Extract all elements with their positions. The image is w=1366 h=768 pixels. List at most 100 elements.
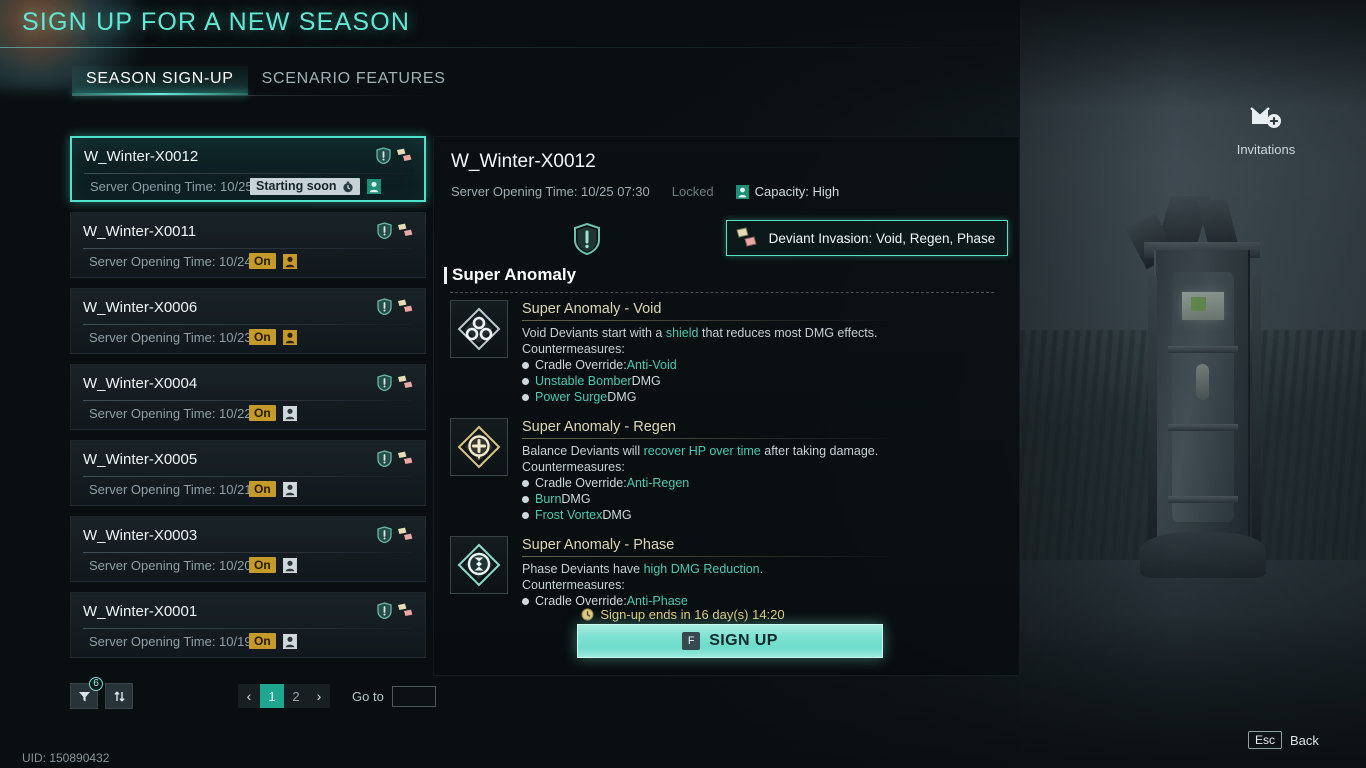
anomaly-entry: Super Anomaly - Regen Balance Deviants wi…	[450, 418, 1010, 523]
section-title: Super Anomaly	[452, 265, 577, 284]
desc-pre: Void Deviants start with a	[522, 326, 666, 340]
next-page-button[interactable]: ›	[308, 684, 330, 708]
goto-label: Go to	[352, 688, 384, 704]
page-title: SIGN UP FOR A NEW SEASON	[22, 8, 411, 36]
page-button-1[interactable]: 1	[260, 684, 284, 708]
desc-highlight: high DMG Reduction	[643, 562, 760, 576]
tab-season-signup[interactable]: SEASON SIGN-UP	[72, 66, 248, 95]
detail-opening-time: Server Opening Time: 10/25 07:30	[451, 184, 650, 199]
server-list-item[interactable]: W_Winter-X0001 Server Opening Time: 10/19…	[70, 592, 426, 658]
status-badge: Starting soon	[250, 178, 360, 195]
countdown-label: Sign-up ends in 16 day(s) 14:20	[600, 607, 785, 622]
server-row-divider	[83, 248, 413, 249]
server-opening-time: Server Opening Time: 10/23 07:30	[89, 330, 267, 345]
signup-countdown: Sign-up ends in 16 day(s) 14:20	[0, 607, 1366, 622]
detail-locked-status: Locked	[671, 184, 714, 199]
countermeasure-item: Frost Vortex DMG	[522, 507, 1010, 523]
capacity-badge	[282, 329, 298, 345]
anomaly-description: Phase Deviants have high DMG Reduction.	[522, 562, 1010, 577]
clock-icon	[581, 608, 594, 621]
bullet-icon	[522, 393, 529, 401]
page-button-2[interactable]: 2	[284, 684, 308, 708]
signup-button[interactable]: F SIGN UP	[577, 624, 883, 658]
regen-anomaly-icon	[450, 418, 508, 476]
desc-post: .	[759, 562, 764, 576]
cm-highlight: Burn	[535, 492, 562, 506]
prev-page-button[interactable]: ‹	[238, 684, 260, 708]
filter-button[interactable]: 6	[70, 677, 103, 709]
server-invasion-icon	[398, 527, 413, 540]
server-list-item[interactable]: W_Winter-X0004 Server Opening Time: 10/22…	[70, 364, 426, 430]
status-badge: On	[249, 405, 276, 421]
server-name: W_Winter-X0006	[83, 299, 198, 316]
countermeasures-label: Countermeasures:	[522, 342, 625, 356]
tab-divider	[72, 95, 432, 96]
cm-highlight: Unstable Bomber	[535, 374, 632, 388]
server-row-icons	[377, 222, 415, 239]
anomaly-name: Super Anomaly - Regen	[522, 419, 676, 435]
server-list-item[interactable]: W_Winter-X0012 Server Opening Time: 10/25…	[70, 136, 426, 202]
cm-highlight: Frost Vortex	[535, 508, 603, 522]
server-capacity-icon	[282, 481, 297, 497]
server-row-icons	[377, 526, 415, 543]
server-opening-time: Server Opening Time: 10/21 07:30	[89, 482, 267, 497]
server-name: W_Winter-X0003	[83, 527, 198, 544]
capacity-badge	[282, 557, 298, 573]
server-row-divider	[83, 628, 413, 629]
cm-post: DMG	[607, 390, 637, 404]
game-screen: SIGN UP FOR A NEW SEASON SEASON SIGN-UP …	[0, 0, 1366, 768]
server-invasion-icon	[397, 148, 412, 161]
status-badge: On	[249, 481, 276, 497]
server-status-badges: On	[249, 329, 298, 345]
title-divider	[0, 47, 1366, 48]
detail-capacity: Capacity: High	[735, 184, 839, 199]
server-status-badges: Starting soon	[250, 178, 382, 195]
cm-highlight: Anti-Regen	[626, 476, 690, 490]
server-shield-icon	[377, 526, 392, 543]
stopwatch-icon	[342, 181, 353, 192]
server-opening-time: Server Opening Time: 10/25 07:30	[90, 179, 268, 194]
desc-highlight: recover HP over time	[643, 444, 761, 458]
server-list-item[interactable]: W_Winter-X0005 Server Opening Time: 10/21…	[70, 440, 426, 506]
countermeasure-item: Cradle Override: Anti-Regen	[522, 475, 1010, 491]
server-capacity-icon	[282, 405, 297, 421]
server-capacity-icon	[366, 179, 381, 194]
server-status-badges: On	[249, 633, 298, 649]
invitations-button[interactable]: Invitations	[1222, 96, 1310, 157]
capacity-icon	[735, 184, 749, 199]
filter-icon	[78, 691, 90, 701]
countermeasure-list: Cradle Override: Anti-Void Unstable Bombe…	[522, 357, 1010, 405]
server-row-divider	[84, 173, 412, 174]
server-list-item[interactable]: W_Winter-X0011 Server Opening Time: 10/24…	[70, 212, 426, 278]
server-capacity-icon	[282, 557, 297, 573]
capacity-badge	[282, 405, 298, 421]
server-list-item[interactable]: W_Winter-X0003 Server Opening Time: 10/20…	[70, 516, 426, 582]
bullet-icon	[522, 361, 529, 369]
filter-badge: 6	[89, 677, 103, 691]
sort-button[interactable]	[105, 683, 133, 709]
server-invasion-icon	[398, 451, 413, 464]
capacity-badge	[282, 253, 298, 269]
server-status-badges: On	[249, 557, 298, 573]
anomaly-body: Super Anomaly - Regen Balance Deviants wi…	[522, 418, 1010, 523]
bullet-icon	[522, 511, 529, 519]
mail-add-icon	[1222, 96, 1310, 140]
server-invasion-icon	[398, 375, 413, 388]
detail-shield-icon	[573, 222, 601, 260]
desc-pre: Balance Deviants will	[522, 444, 644, 458]
super-anomaly-section-header: Super Anomaly	[444, 265, 576, 285]
capacity-badge	[282, 481, 298, 497]
void-anomaly-icon	[450, 300, 508, 358]
countermeasure-item: Burn DMG	[522, 491, 1010, 507]
bullet-icon	[522, 479, 529, 487]
server-list-item[interactable]: W_Winter-X0006 Server Opening Time: 10/23…	[70, 288, 426, 354]
back-control[interactable]: Esc Back	[1248, 731, 1319, 749]
anomaly-description: Void Deviants start with a shield that r…	[522, 326, 1010, 341]
server-name: W_Winter-X0005	[83, 451, 198, 468]
server-invasion-icon	[398, 299, 413, 312]
signup-label: SIGN UP	[709, 632, 778, 649]
desc-post: after taking damage.	[760, 444, 879, 458]
goto-input[interactable]	[391, 685, 436, 707]
tab-scenario-features[interactable]: SCENARIO FEATURES	[248, 66, 460, 95]
deviant-invasion-badge[interactable]: Deviant Invasion: Void, Regen, Phase	[726, 220, 1008, 256]
